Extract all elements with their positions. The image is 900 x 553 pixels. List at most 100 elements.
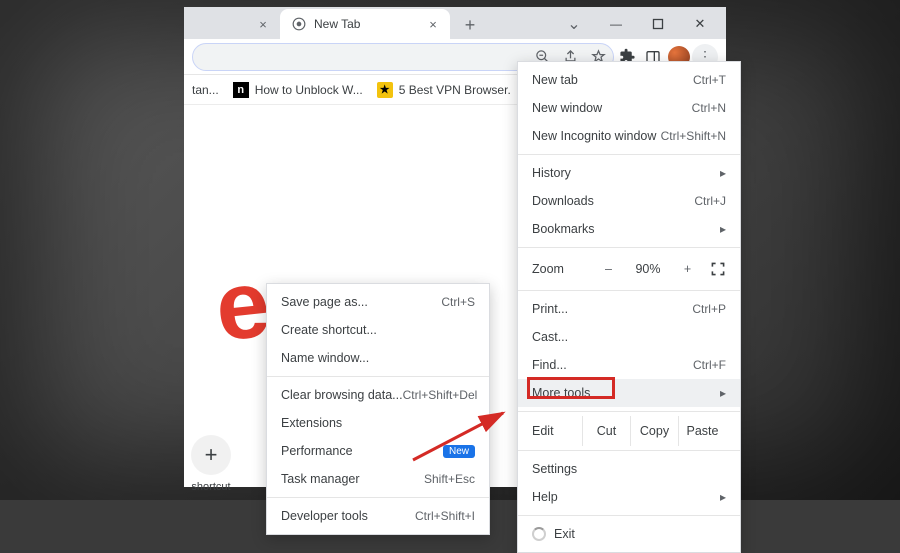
edit-cut-button[interactable]: Cut [582, 416, 630, 446]
bookmark-label: tan... [192, 83, 219, 97]
menu-label: Help [532, 490, 712, 504]
menu-label: Performance [281, 444, 435, 458]
menu-separator [518, 247, 740, 248]
new-tab-button[interactable]: + [456, 11, 484, 39]
submenu-item-name-window[interactable]: Name window... [267, 344, 489, 372]
menu-item-new-tab[interactable]: New tab Ctrl+T [518, 66, 740, 94]
menu-item-exit[interactable]: Exit [518, 520, 740, 548]
shortcut-text: Ctrl+N [692, 101, 726, 115]
menu-label: Clear browsing data... [281, 388, 403, 402]
menu-label: New Incognito window [532, 129, 661, 143]
menu-label: Settings [532, 462, 726, 476]
bookmark-item[interactable]: tan... [192, 83, 219, 97]
menu-label: Zoom [532, 262, 586, 276]
loading-spinner-icon [532, 527, 546, 541]
menu-item-print[interactable]: Print... Ctrl+P [518, 295, 740, 323]
more-tools-submenu: Save page as... Ctrl+S Create shortcut..… [266, 283, 490, 535]
menu-label: More tools [532, 386, 712, 400]
menu-zoom-row: Zoom – 90% + [518, 252, 740, 286]
minimize-button[interactable]: — [596, 9, 636, 39]
menu-item-new-window[interactable]: New window Ctrl+N [518, 94, 740, 122]
menu-label: Bookmarks [532, 222, 712, 236]
menu-item-more-tools[interactable]: More tools ▸ [518, 379, 740, 407]
menu-label: Exit [554, 527, 726, 541]
menu-item-bookmarks[interactable]: Bookmarks ▸ [518, 215, 740, 243]
menu-label: History [532, 166, 712, 180]
shortcut-text: Ctrl+Shift+N [661, 129, 726, 143]
shortcut-text: Ctrl+J [694, 194, 726, 208]
edit-paste-button[interactable]: Paste [678, 416, 726, 446]
submenu-item-developer-tools[interactable]: Developer tools Ctrl+Shift+I [267, 502, 489, 530]
shortcut-text: Shift+Esc [424, 472, 475, 486]
chevron-right-icon: ▸ [720, 222, 726, 236]
bookmark-label: How to Unblock W... [255, 83, 363, 97]
menu-label: New tab [532, 73, 693, 87]
menu-label: Extensions [281, 416, 475, 430]
shortcut-text: Ctrl+P [692, 302, 726, 316]
menu-separator [267, 497, 489, 498]
shortcut-text: Ctrl+T [693, 73, 726, 87]
close-icon[interactable]: × [426, 17, 440, 31]
menu-item-downloads[interactable]: Downloads Ctrl+J [518, 187, 740, 215]
main-menu: New tab Ctrl+T New window Ctrl+N New Inc… [517, 61, 741, 553]
close-icon[interactable]: × [256, 17, 270, 31]
menu-item-cast[interactable]: Cast... [518, 323, 740, 351]
submenu-item-clear-browsing-data[interactable]: Clear browsing data... Ctrl+Shift+Del [267, 381, 489, 409]
tab-active[interactable]: New Tab × [280, 9, 450, 39]
tab-title: New Tab [314, 17, 360, 31]
favicon-icon: n [233, 82, 249, 98]
menu-label: Edit [532, 424, 582, 438]
shortcut-text: Ctrl+F [693, 358, 726, 372]
menu-item-history[interactable]: History ▸ [518, 159, 740, 187]
shortcut-label: shortcut [176, 481, 246, 493]
menu-item-incognito[interactable]: New Incognito window Ctrl+Shift+N [518, 122, 740, 150]
submenu-item-performance[interactable]: Performance New [267, 437, 489, 465]
zoom-value: 90% [631, 262, 665, 276]
menu-label: Find... [532, 358, 693, 372]
menu-label: New window [532, 101, 692, 115]
chevron-right-icon: ▸ [720, 490, 726, 504]
submenu-item-save-page[interactable]: Save page as... Ctrl+S [267, 288, 489, 316]
tab-inactive[interactable]: × [184, 9, 280, 39]
menu-label: Downloads [532, 194, 694, 208]
zoom-out-button[interactable]: – [598, 262, 619, 276]
close-window-button[interactable]: ✕ [680, 9, 720, 39]
menu-separator [267, 376, 489, 377]
fullscreen-icon[interactable] [710, 261, 726, 277]
tab-search-icon[interactable]: ⌄ [554, 9, 594, 39]
menu-separator [518, 450, 740, 451]
zoom-in-button[interactable]: + [677, 262, 698, 276]
menu-edit-row: Edit Cut Copy Paste [518, 416, 740, 446]
menu-label: Create shortcut... [281, 323, 475, 337]
menu-label: Print... [532, 302, 692, 316]
menu-item-settings[interactable]: Settings [518, 455, 740, 483]
maximize-button[interactable] [638, 9, 678, 39]
menu-label: Cast... [532, 330, 726, 344]
submenu-item-extensions[interactable]: Extensions [267, 409, 489, 437]
menu-separator [518, 154, 740, 155]
submenu-item-task-manager[interactable]: Task manager Shift+Esc [267, 465, 489, 493]
menu-item-help[interactable]: Help ▸ [518, 483, 740, 511]
bookmark-item[interactable]: ★ 5 Best VPN Browser. [377, 82, 511, 98]
favicon-icon: ★ [377, 82, 393, 98]
new-badge: New [443, 445, 475, 458]
edit-copy-button[interactable]: Copy [630, 416, 678, 446]
menu-separator [518, 290, 740, 291]
menu-label: Name window... [281, 351, 475, 365]
submenu-item-create-shortcut[interactable]: Create shortcut... [267, 316, 489, 344]
shortcut-tile-add[interactable]: + shortcut [176, 435, 246, 493]
menu-label: Save page as... [281, 295, 441, 309]
menu-separator [518, 515, 740, 516]
shortcut-text: Ctrl+Shift+Del [403, 388, 478, 402]
desktop-background: × New Tab × + ⌄ — ✕ [0, 0, 900, 500]
shortcut-text: Ctrl+S [441, 295, 475, 309]
menu-label: Task manager [281, 472, 424, 486]
shortcut-text: Ctrl+Shift+I [415, 509, 475, 523]
window-controls: ⌄ — ✕ [554, 9, 726, 39]
bookmark-item[interactable]: n How to Unblock W... [233, 82, 363, 98]
chrome-icon [292, 17, 306, 31]
plus-icon: + [191, 435, 231, 475]
chevron-right-icon: ▸ [720, 166, 726, 180]
menu-item-find[interactable]: Find... Ctrl+F [518, 351, 740, 379]
chrome-window: × New Tab × + ⌄ — ✕ [184, 7, 726, 487]
